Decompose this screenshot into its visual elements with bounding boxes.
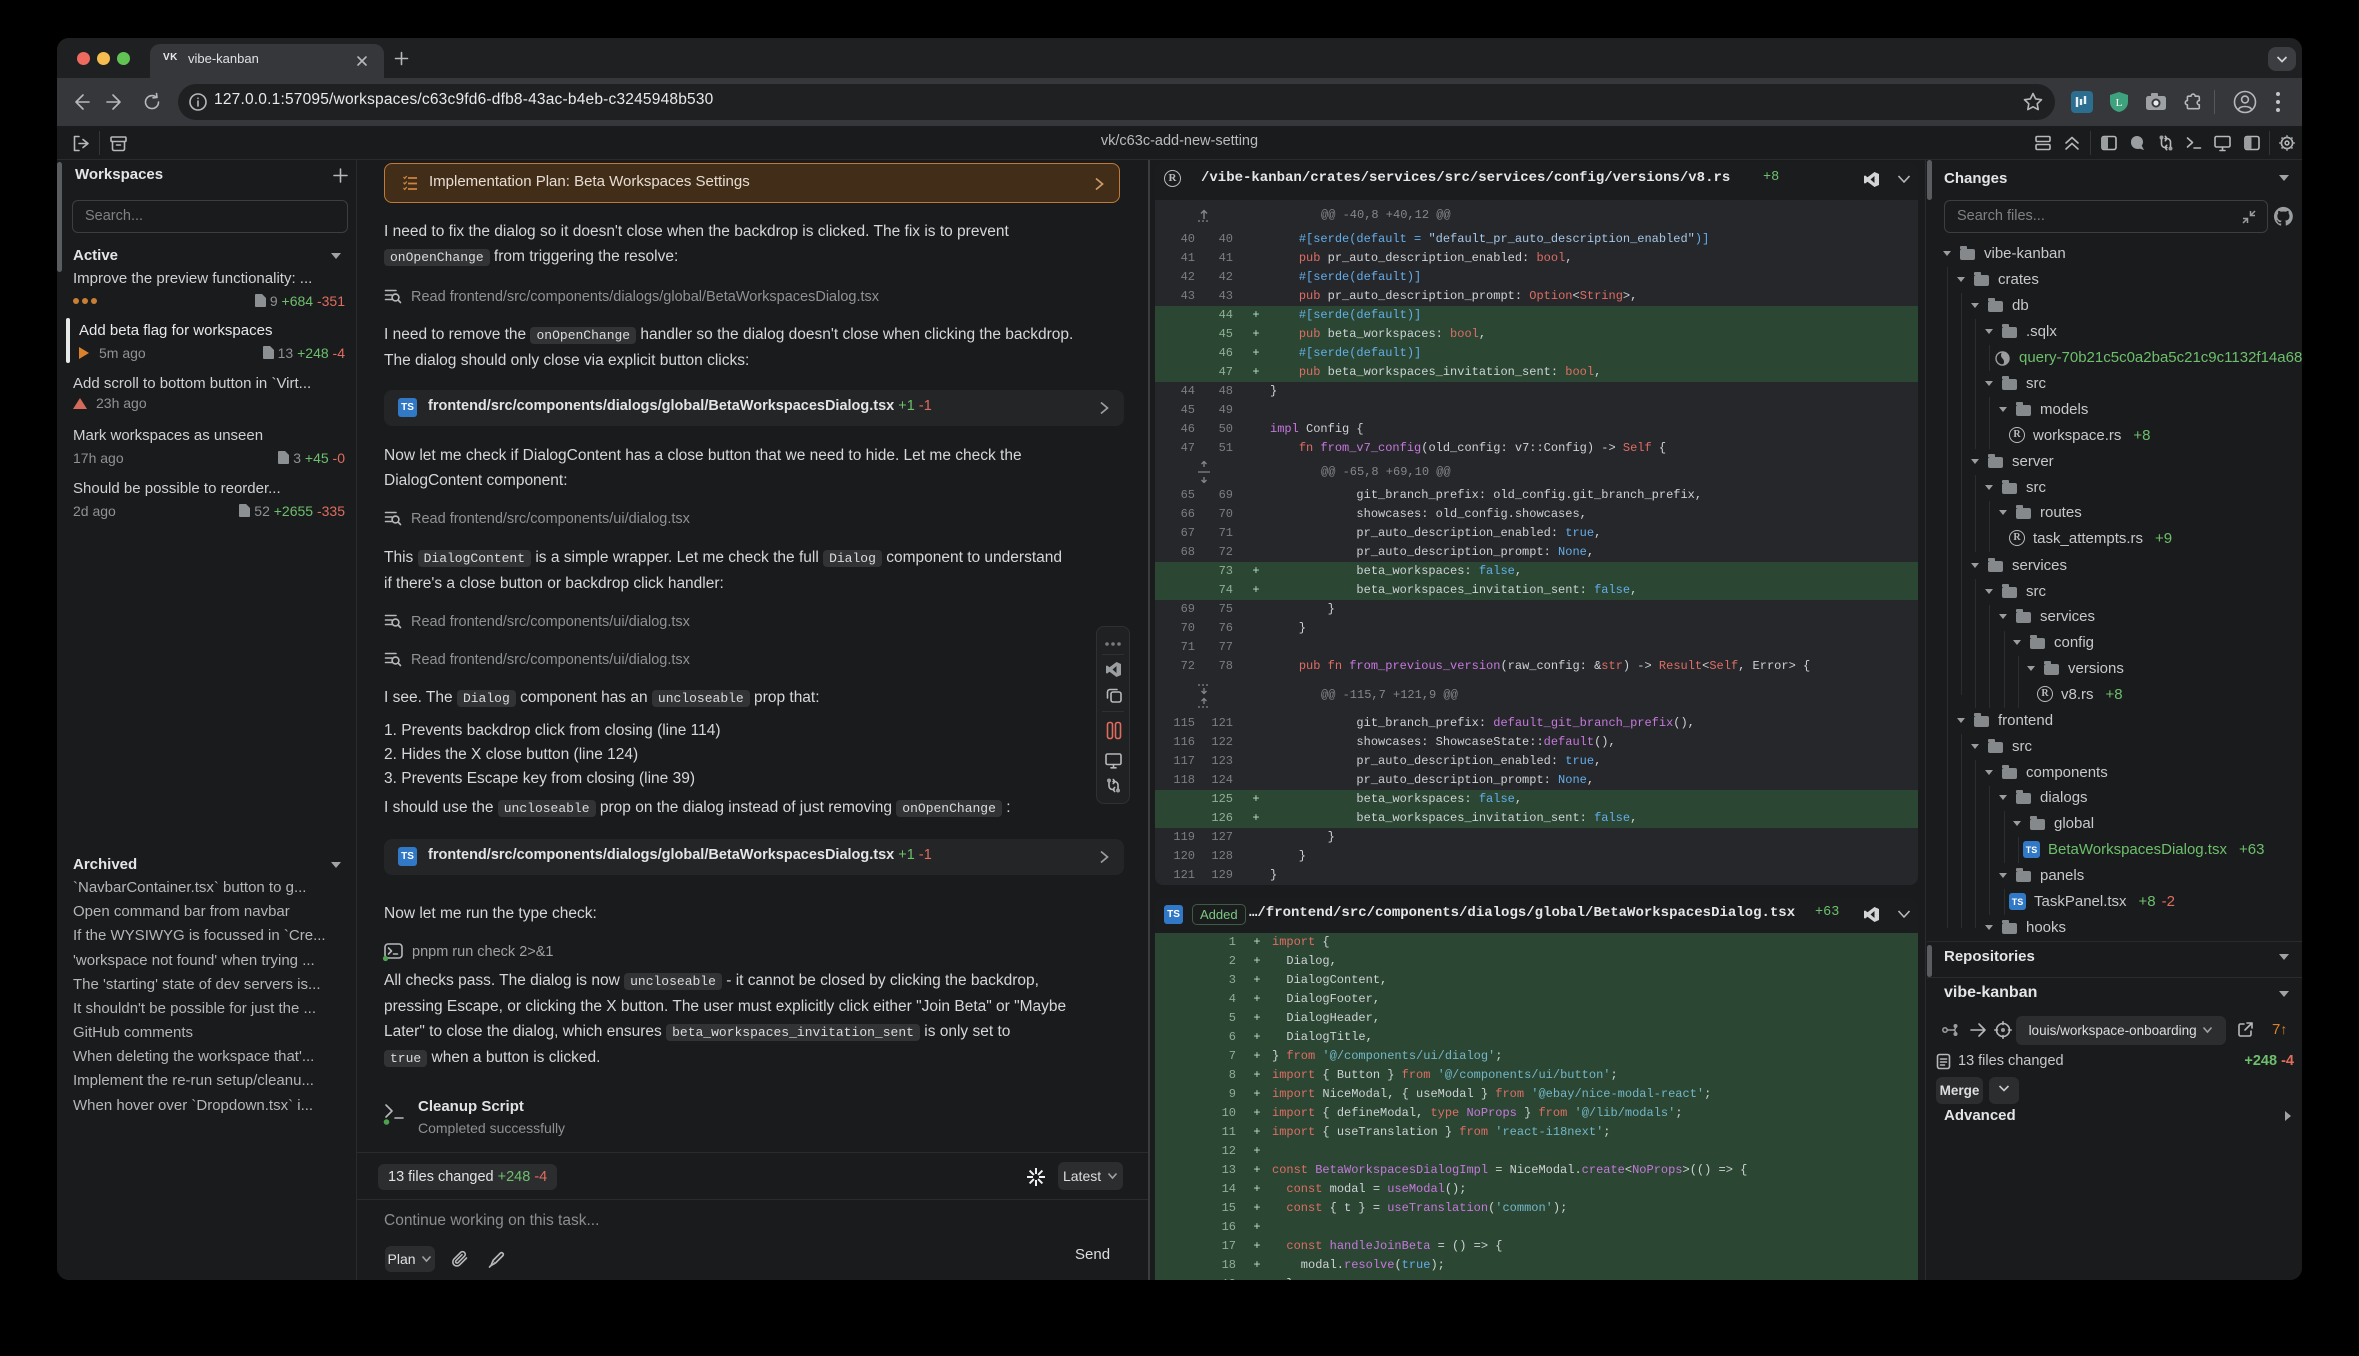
svg-text:L: L	[2116, 97, 2123, 109]
